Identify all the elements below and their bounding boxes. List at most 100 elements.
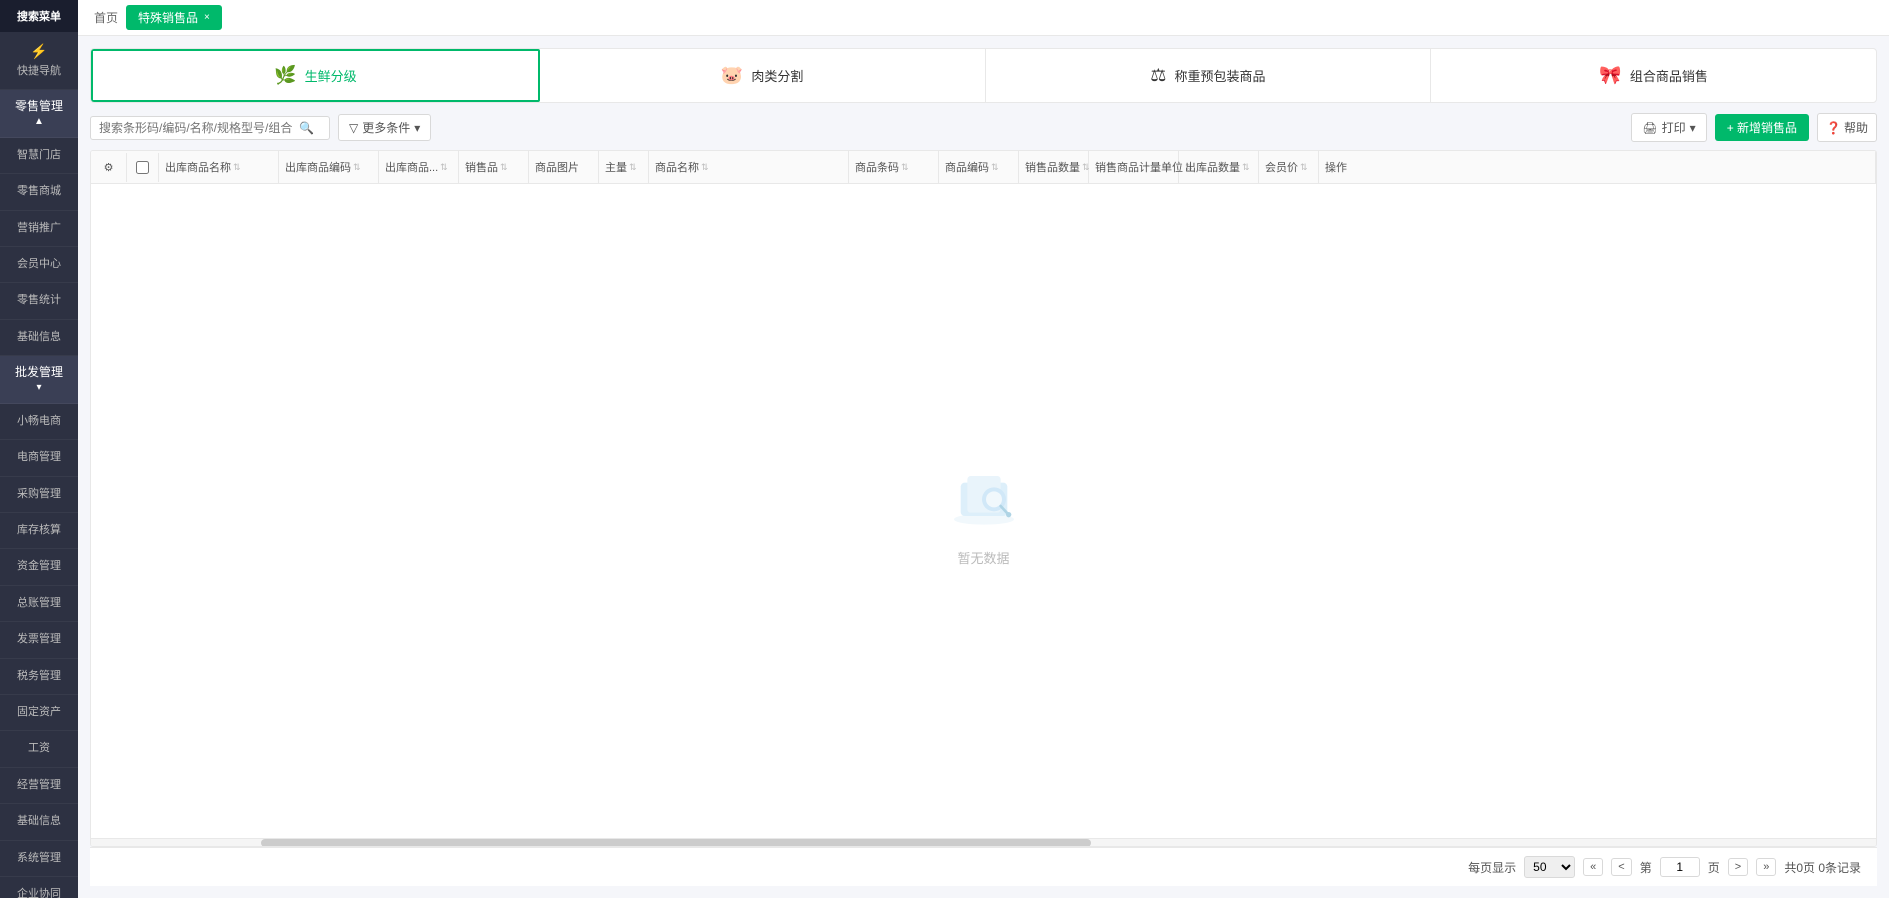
help-icon: ❓ — [1826, 121, 1841, 135]
tab-label: 特殊销售品 — [138, 9, 198, 26]
prev-page-button[interactable]: < — [1611, 858, 1631, 876]
filter-button[interactable]: ▽ 更多条件 ▾ — [338, 114, 431, 141]
col-label: 出库商品... — [385, 159, 438, 175]
main-content: 首页 特殊销售品 × 🌿 生鲜分级 🐷 肉类分割 ⚖ 称重预包装商品 🎀 组合商… — [78, 0, 1889, 898]
cat-tab-fresh-grade[interactable]: 🌿 生鲜分级 — [91, 49, 540, 102]
sidebar-item-quick-nav[interactable]: ⚡ 快捷导航 — [0, 32, 78, 90]
col-label: 销售品 — [465, 159, 498, 175]
empty-state: 暂无数据 — [91, 184, 1876, 838]
per-page-select[interactable]: 50 10 20 100 — [1524, 856, 1575, 878]
sidebar-item-inventory[interactable]: 库存核算 — [0, 513, 78, 549]
total-label: 共0页 0条记录 — [1784, 859, 1861, 876]
add-sale-button[interactable]: + 新增销售品 — [1715, 114, 1809, 141]
sidebar-item-enterprise-coop[interactable]: 企业协同 — [0, 877, 78, 898]
th-goods-name[interactable]: 商品名称 ⇅ — [649, 151, 849, 183]
sidebar-item-tax-mgmt[interactable]: 税务管理 — [0, 659, 78, 695]
th-out-name[interactable]: 出库商品名称 ⇅ — [159, 151, 279, 183]
print-icon: 🖨 — [1642, 121, 1657, 135]
sort-icon: ⇅ — [233, 162, 241, 173]
add-label: + 新增销售品 — [1727, 119, 1797, 136]
help-button[interactable]: ❓ 帮助 — [1817, 113, 1877, 142]
sidebar-item-system-mgmt[interactable]: 系统管理 — [0, 841, 78, 877]
sidebar-item-label: 库存核算 — [17, 523, 61, 538]
th-settings[interactable]: ⚙ — [91, 153, 127, 182]
th-out-qty[interactable]: 出库品数量 ⇅ — [1179, 151, 1259, 183]
page-suffix: 页 — [1708, 859, 1720, 876]
sidebar-item-basic-info[interactable]: 基础信息 — [0, 320, 78, 356]
cat-tab-weigh-pack[interactable]: ⚖ 称重预包装商品 — [986, 49, 1432, 102]
sidebar-item-label: 采购管理 — [17, 487, 61, 502]
col-label: 主量 — [605, 159, 627, 175]
th-weight[interactable]: 主量 ⇅ — [599, 151, 649, 183]
th-out-spec[interactable]: 出库商品... ⇅ — [379, 151, 459, 183]
sidebar-item-label: 工资 — [28, 741, 50, 756]
select-all-checkbox[interactable] — [136, 161, 149, 174]
sidebar-item-wholesale-mgmt[interactable]: 批发管理 ▾ — [0, 356, 78, 404]
print-button[interactable]: 🖨 打印 ▾ — [1631, 113, 1706, 142]
sidebar-item-label: 智慧门店 — [17, 148, 61, 163]
sidebar-item-wages[interactable]: 工资 — [0, 731, 78, 767]
page-label: 第 — [1640, 859, 1652, 876]
sidebar-item-label: 零售统计 — [17, 293, 61, 308]
next-page-button[interactable]: > — [1728, 858, 1748, 876]
home-link[interactable]: 首页 — [94, 9, 118, 26]
topbar: 首页 特殊销售品 × — [78, 0, 1889, 36]
cat-tab-combo[interactable]: 🎀 组合商品销售 — [1431, 49, 1876, 102]
empty-icon — [944, 456, 1024, 536]
sidebar-item-basic-info2[interactable]: 基础信息 — [0, 804, 78, 840]
content-area: 🌿 生鲜分级 🐷 肉类分割 ⚖ 称重预包装商品 🎀 组合商品销售 🔍 — [78, 36, 1889, 898]
sidebar-item-ecom-mgmt[interactable]: 电商管理 — [0, 440, 78, 476]
meat-cut-icon: 🐷 — [721, 65, 743, 86]
fresh-grade-icon: 🌿 — [274, 65, 296, 86]
search-input[interactable] — [99, 121, 299, 135]
scrollbar-thumb — [261, 839, 1091, 847]
sidebar-item-purchase-mgmt[interactable]: 采购管理 — [0, 477, 78, 513]
tab-close-icon[interactable]: × — [204, 12, 210, 23]
sidebar-item-label: 批发管理 — [15, 364, 63, 381]
th-sale-item[interactable]: 销售品 ⇅ — [459, 151, 529, 183]
col-label: 商品图片 — [535, 159, 579, 175]
th-img[interactable]: 商品图片 — [529, 151, 599, 183]
sidebar-item-label: 总账管理 — [17, 596, 61, 611]
sort-icon: ⇅ — [629, 162, 637, 173]
sort-icon: ⇅ — [500, 162, 508, 173]
sidebar-item-invoice-mgmt[interactable]: 发票管理 — [0, 622, 78, 658]
active-tab[interactable]: 特殊销售品 × — [126, 5, 222, 30]
sidebar-item-capital-mgmt[interactable]: 资金管理 — [0, 549, 78, 585]
page-input[interactable] — [1660, 857, 1700, 877]
sidebar-item-retail-mgmt[interactable]: 零售管理 ▲ — [0, 90, 78, 138]
sidebar-item-general-ledger[interactable]: 总账管理 — [0, 586, 78, 622]
th-sale-unit[interactable]: 销售商品计量单位 ⇅ — [1089, 151, 1179, 183]
sidebar-item-operations[interactable]: 经营管理 — [0, 768, 78, 804]
th-checkbox[interactable] — [127, 153, 159, 182]
sidebar-item-retail-mall[interactable]: 零售商城 — [0, 174, 78, 210]
cat-tab-label: 生鲜分级 — [305, 66, 357, 85]
th-goods-code[interactable]: 商品编码 ⇅ — [939, 151, 1019, 183]
col-label: 商品条码 — [855, 159, 899, 175]
th-barcode[interactable]: 商品条码 ⇅ — [849, 151, 939, 183]
category-tabs: 🌿 生鲜分级 🐷 肉类分割 ⚖ 称重预包装商品 🎀 组合商品销售 — [90, 48, 1877, 103]
pagination: 每页显示 50 10 20 100 « < 第 页 > » 共0页 0条记录 — [90, 847, 1877, 886]
cat-tab-label: 组合商品销售 — [1630, 66, 1708, 85]
th-out-code[interactable]: 出库商品编码 ⇅ — [279, 151, 379, 183]
sidebar-item-smart-store[interactable]: 智慧门店 — [0, 138, 78, 174]
search-box: 🔍 — [90, 116, 330, 140]
table-scrollbar[interactable] — [91, 838, 1876, 846]
sidebar: 搜索菜单 ⚡ 快捷导航 零售管理 ▲ 智慧门店 零售商城 营销推广 会员中心 零… — [0, 0, 78, 898]
sidebar-item-promotion[interactable]: 营销推广 — [0, 211, 78, 247]
cat-tab-meat-cut[interactable]: 🐷 肉类分割 — [540, 49, 986, 102]
sidebar-item-fixed-assets[interactable]: 固定资产 — [0, 695, 78, 731]
first-page-button[interactable]: « — [1583, 858, 1603, 876]
cat-tab-label: 肉类分割 — [751, 66, 803, 85]
sidebar-item-label: 经营管理 — [17, 778, 61, 793]
sidebar-logo: 搜索菜单 — [0, 0, 78, 32]
sidebar-item-retail-stats[interactable]: 零售统计 — [0, 283, 78, 319]
sidebar-item-label: 营销推广 — [17, 221, 61, 236]
last-page-button[interactable]: » — [1756, 858, 1776, 876]
sidebar-item-mini-program[interactable]: 小畅电商 — [0, 404, 78, 440]
th-member-price[interactable]: 会员价 ⇅ — [1259, 151, 1319, 183]
sidebar-item-label: 固定资产 — [17, 705, 61, 720]
settings-icon: ⚙ — [104, 161, 114, 174]
sidebar-item-member-center[interactable]: 会员中心 — [0, 247, 78, 283]
th-sale-qty[interactable]: 销售品数量 ⇅ — [1019, 151, 1089, 183]
